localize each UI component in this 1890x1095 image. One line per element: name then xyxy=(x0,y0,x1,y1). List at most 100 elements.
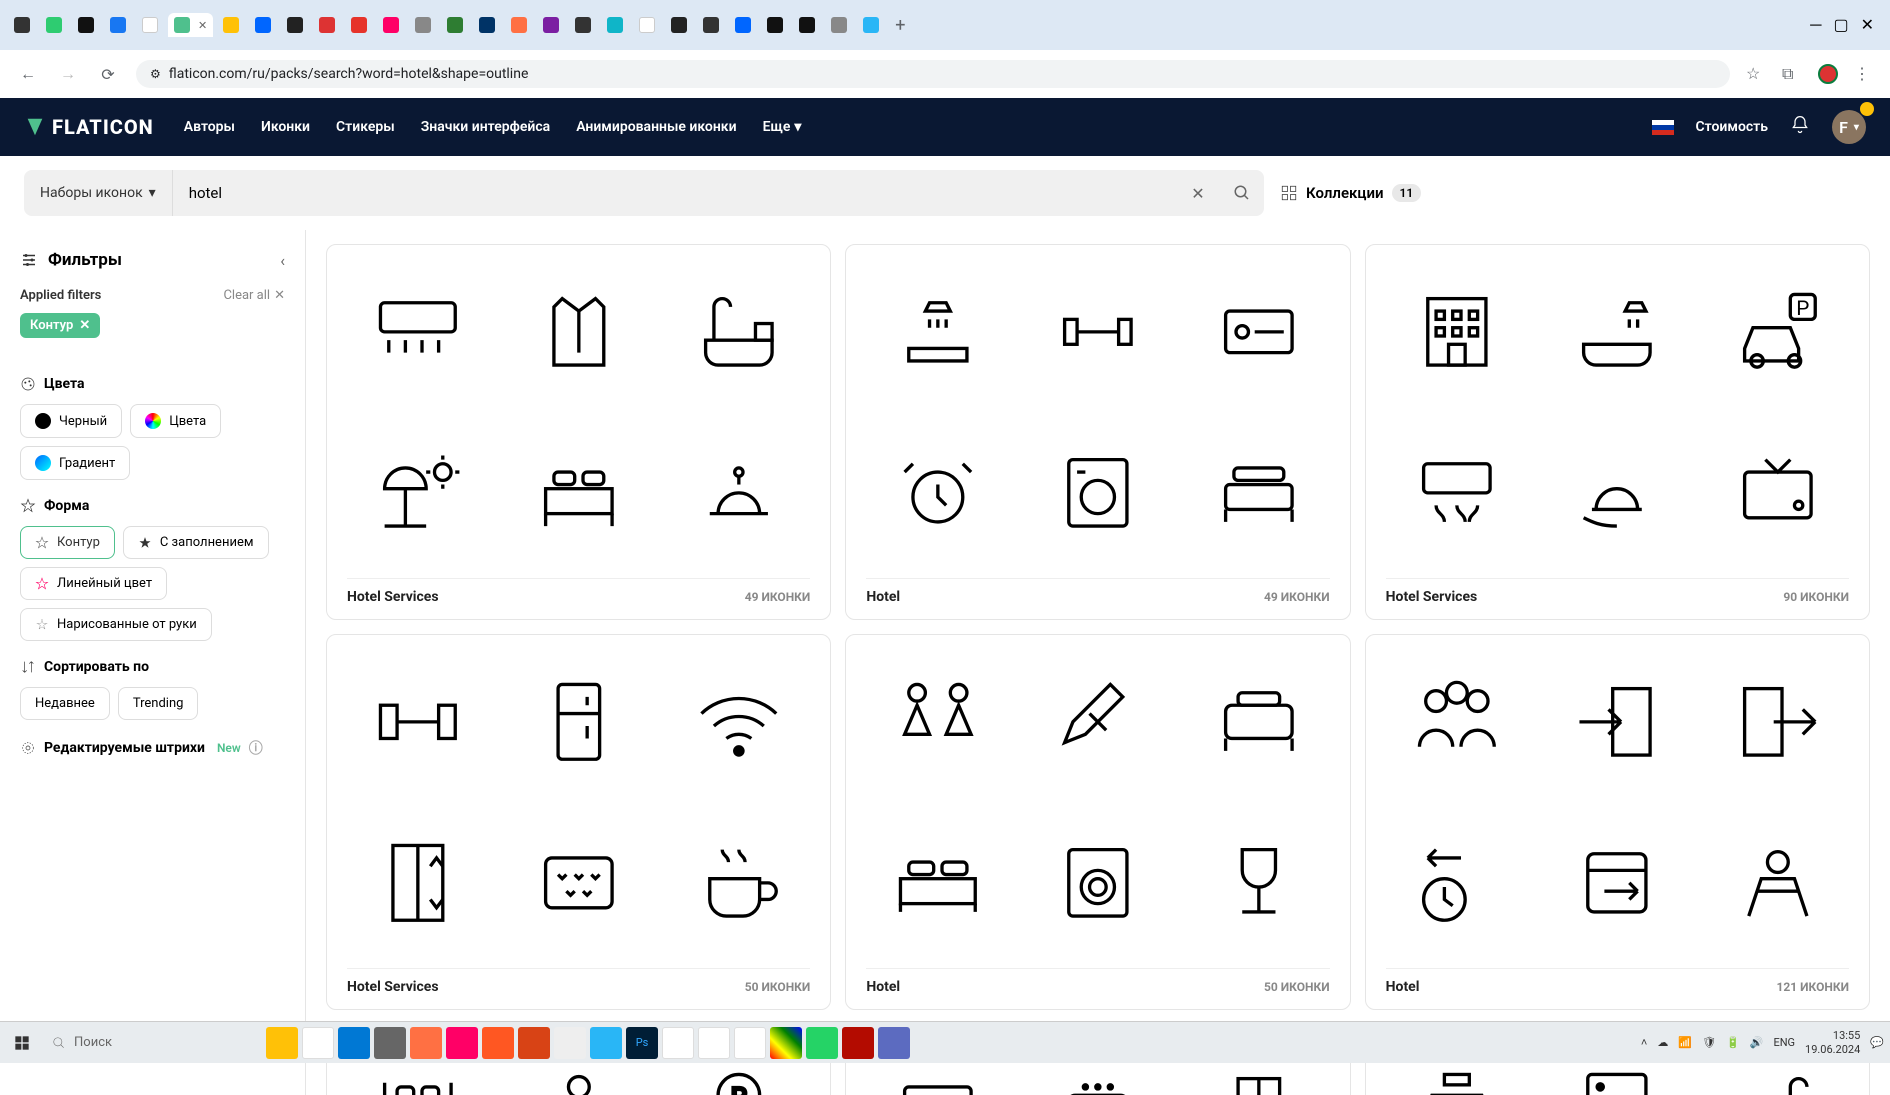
nav-interface-icons[interactable]: Значки интерфейса xyxy=(421,119,550,135)
browser-tab[interactable] xyxy=(345,13,373,37)
browser-tab[interactable] xyxy=(729,13,757,37)
shape-filter-hand-drawn[interactable]: Нарисованные от руки xyxy=(20,608,212,641)
browser-tab[interactable] xyxy=(281,13,309,37)
window-minimize-icon[interactable]: ─ xyxy=(1810,15,1821,35)
color-filter-black[interactable]: Черный xyxy=(20,404,122,438)
editable-strokes-row[interactable]: Редактируемые штрихи New ⓘ xyxy=(20,738,285,758)
taskbar-app[interactable] xyxy=(734,1027,766,1059)
pack-card[interactable]: P Hotel Services90 ИКОНКИ xyxy=(1365,244,1870,620)
taskbar-app[interactable] xyxy=(590,1027,622,1059)
back-button[interactable]: ← xyxy=(16,62,40,86)
browser-tab-active[interactable]: ✕ xyxy=(168,13,213,37)
nav-more[interactable]: Еще ▾ xyxy=(763,119,802,135)
taskbar-app[interactable] xyxy=(482,1027,514,1059)
search-type-dropdown[interactable]: Наборы иконок ▾ xyxy=(24,170,173,216)
window-close-icon[interactable]: ✕ xyxy=(1861,15,1874,35)
browser-tab[interactable] xyxy=(473,13,501,37)
browser-tab[interactable] xyxy=(665,13,693,37)
search-clear-button[interactable]: ✕ xyxy=(1176,170,1220,216)
pack-card[interactable]: Hotel50 ИКОНКИ xyxy=(845,634,1350,1010)
taskbar-app[interactable] xyxy=(770,1027,802,1059)
browser-tab[interactable] xyxy=(825,13,853,37)
taskbar-app[interactable] xyxy=(338,1027,370,1059)
taskbar-app[interactable] xyxy=(410,1027,442,1059)
tray-volume-icon[interactable]: 🔊 xyxy=(1750,1036,1764,1049)
shape-filter-linear-color[interactable]: Линейный цвет xyxy=(20,567,167,600)
browser-tab[interactable] xyxy=(136,13,164,37)
collections-button[interactable]: Коллекции 11 xyxy=(1280,184,1421,202)
language-flag-ru[interactable] xyxy=(1652,120,1674,135)
color-filter-gradient[interactable]: Градиент xyxy=(20,446,130,480)
nav-authors[interactable]: Авторы xyxy=(184,119,235,135)
pack-card[interactable]: Hotel49 ИКОНКИ xyxy=(845,244,1350,620)
tray-language[interactable]: ENG xyxy=(1773,1036,1795,1049)
site-info-icon[interactable]: ⚙ xyxy=(150,67,161,81)
browser-tab[interactable] xyxy=(40,13,68,37)
extensions-icon[interactable]: ⧉ xyxy=(1782,64,1802,84)
search-submit-button[interactable] xyxy=(1220,170,1264,216)
tray-wifi-icon[interactable]: 📶 xyxy=(1678,1036,1692,1049)
shape-filter-filled[interactable]: С заполнением xyxy=(123,526,269,559)
shape-filter-outline[interactable]: Контур xyxy=(20,526,115,559)
browser-tab[interactable] xyxy=(8,13,36,37)
taskbar-app[interactable] xyxy=(842,1027,874,1059)
chip-remove-icon[interactable]: ✕ xyxy=(79,318,90,333)
nav-icons[interactable]: Иконки xyxy=(261,119,310,135)
tab-close-icon[interactable]: ✕ xyxy=(198,19,207,32)
taskbar-app[interactable] xyxy=(302,1027,334,1059)
browser-tab[interactable] xyxy=(857,13,885,37)
tray-notifications-icon[interactable]: 💬 xyxy=(1870,1036,1884,1049)
flaticon-logo[interactable]: FLATICON xyxy=(24,115,154,139)
forward-button[interactable]: → xyxy=(56,62,80,86)
menu-icon[interactable]: ⋮ xyxy=(1854,64,1874,84)
tray-icon[interactable]: 🛡 xyxy=(1702,1036,1716,1049)
taskbar-app[interactable]: Ps xyxy=(626,1027,658,1059)
nav-stickers[interactable]: Стикеры xyxy=(336,119,395,135)
browser-tab[interactable] xyxy=(313,13,341,37)
clear-all-button[interactable]: Clear all ✕ xyxy=(223,288,285,303)
pack-card[interactable]: Hotel Services50 ИКОНКИ xyxy=(326,634,831,1010)
sort-recent[interactable]: Недавнее xyxy=(20,687,110,720)
browser-tab[interactable] xyxy=(505,13,533,37)
pack-card[interactable]: Hotel121 ИКОНКИ xyxy=(1365,634,1870,1010)
pack-card[interactable]: Hotel Services49 ИКОНКИ xyxy=(326,244,831,620)
taskbar-app[interactable] xyxy=(698,1027,730,1059)
profile-icon[interactable] xyxy=(1818,64,1838,84)
notifications-button[interactable] xyxy=(1790,115,1810,139)
browser-tab[interactable] xyxy=(377,13,405,37)
bookmark-star-icon[interactable]: ☆ xyxy=(1746,64,1766,84)
color-filter-colors[interactable]: Цвета xyxy=(130,404,221,438)
taskbar-app[interactable] xyxy=(266,1027,298,1059)
browser-tab[interactable] xyxy=(601,13,629,37)
tray-icon[interactable]: ☁ xyxy=(1657,1036,1668,1049)
reload-button[interactable]: ⟳ xyxy=(96,62,120,86)
taskbar-app[interactable] xyxy=(662,1027,694,1059)
browser-tab[interactable] xyxy=(697,13,725,37)
url-field[interactable]: ⚙ flaticon.com/ru/packs/search?word=hote… xyxy=(136,60,1730,88)
taskbar-search[interactable]: Поиск xyxy=(42,1035,262,1050)
taskbar-clock[interactable]: 13:55 19.06.2024 xyxy=(1805,1029,1860,1055)
browser-tab[interactable] xyxy=(793,13,821,37)
browser-tab[interactable] xyxy=(761,13,789,37)
new-tab-button[interactable]: + xyxy=(889,11,911,40)
info-icon[interactable]: ⓘ xyxy=(249,738,263,758)
browser-tab[interactable] xyxy=(441,13,469,37)
browser-tab[interactable] xyxy=(537,13,565,37)
browser-tab[interactable] xyxy=(72,13,100,37)
tray-battery-icon[interactable]: 🔋 xyxy=(1726,1036,1740,1049)
browser-tab[interactable] xyxy=(569,13,597,37)
taskbar-app[interactable] xyxy=(446,1027,478,1059)
taskbar-app[interactable] xyxy=(878,1027,910,1059)
taskbar-app[interactable] xyxy=(518,1027,550,1059)
nav-animated-icons[interactable]: Анимированные иконки xyxy=(576,119,736,135)
start-button[interactable] xyxy=(6,1027,38,1059)
browser-tab[interactable] xyxy=(104,13,132,37)
taskbar-app[interactable] xyxy=(374,1027,406,1059)
search-input[interactable] xyxy=(173,170,1176,216)
tray-chevron-icon[interactable]: ˄ xyxy=(1641,1036,1647,1049)
taskbar-app[interactable] xyxy=(554,1027,586,1059)
pricing-link[interactable]: Стоимость xyxy=(1696,119,1768,135)
browser-tab[interactable] xyxy=(217,13,245,37)
browser-tab[interactable] xyxy=(249,13,277,37)
sort-trending[interactable]: Trending xyxy=(118,687,199,720)
